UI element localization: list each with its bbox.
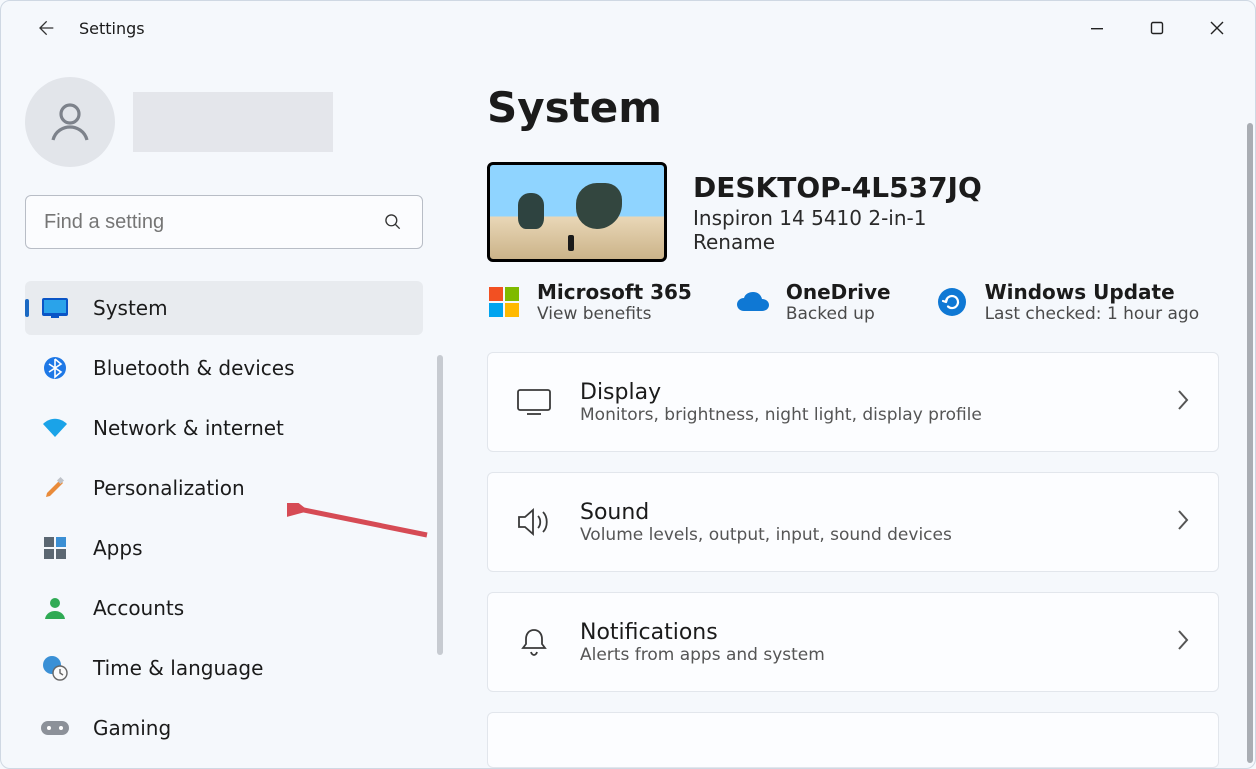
- card-display[interactable]: Display Monitors, brightness, night ligh…: [487, 352, 1219, 452]
- search-input[interactable]: [44, 211, 382, 234]
- sidebar-item-label: Accounts: [93, 596, 184, 620]
- card-title: Display: [580, 380, 982, 405]
- search-box[interactable]: [25, 195, 423, 249]
- paintbrush-icon: [41, 474, 69, 502]
- sidebar-scrollbar[interactable]: [437, 355, 443, 655]
- chevron-right-icon: [1176, 389, 1190, 415]
- gamepad-icon: [41, 714, 69, 742]
- grid-icon: [41, 534, 69, 562]
- sidebar-item-gaming[interactable]: Gaming: [25, 701, 423, 755]
- tile-title: Microsoft 365: [537, 280, 692, 304]
- update-icon: [935, 285, 969, 319]
- onedrive-icon: [736, 285, 770, 319]
- card-partial[interactable]: [487, 712, 1219, 768]
- status-tiles: Microsoft 365 View benefits OneDrive Bac…: [487, 280, 1219, 324]
- close-button[interactable]: [1187, 8, 1247, 48]
- tile-sub: Backed up: [786, 304, 891, 324]
- device-name: DESKTOP-4L537JQ: [693, 171, 982, 204]
- window-title: Settings: [79, 19, 145, 38]
- card-sub: Monitors, brightness, night light, displ…: [580, 405, 982, 425]
- clock-globe-icon: [41, 654, 69, 682]
- card-sound[interactable]: Sound Volume levels, output, input, soun…: [487, 472, 1219, 572]
- minimize-button[interactable]: [1067, 8, 1127, 48]
- sidebar-item-label: Network & internet: [93, 416, 284, 440]
- sidebar-item-network[interactable]: Network & internet: [25, 401, 423, 455]
- titlebar: Settings: [1, 1, 1255, 55]
- avatar: [25, 77, 115, 167]
- sidebar-item-label: Time & language: [93, 656, 263, 680]
- tile-sub: Last checked: 1 hour ago: [985, 304, 1200, 324]
- device-header: DESKTOP-4L537JQ Inspiron 14 5410 2-in-1 …: [487, 162, 1219, 262]
- tile-windows-update[interactable]: Windows Update Last checked: 1 hour ago: [935, 280, 1200, 324]
- tile-microsoft365[interactable]: Microsoft 365 View benefits: [487, 280, 692, 324]
- card-title: Sound: [580, 500, 952, 525]
- sidebar-item-label: Apps: [93, 536, 143, 560]
- page-title: System: [487, 83, 1219, 132]
- card-notifications[interactable]: Notifications Alerts from apps and syste…: [487, 592, 1219, 692]
- sidebar: System Bluetooth & devices Network & int…: [1, 55, 453, 768]
- bluetooth-icon: [41, 354, 69, 382]
- profile-name-redacted: [133, 92, 333, 152]
- sidebar-item-bluetooth[interactable]: Bluetooth & devices: [25, 341, 423, 395]
- search-icon: [382, 211, 404, 233]
- tile-onedrive[interactable]: OneDrive Backed up: [736, 280, 891, 324]
- bell-icon: [516, 624, 552, 660]
- sidebar-item-personalization[interactable]: Personalization: [25, 461, 423, 515]
- person-icon: [41, 594, 69, 622]
- profile-block[interactable]: [25, 77, 441, 167]
- main-content: System DESKTOP-4L537JQ Inspiron 14 5410 …: [453, 55, 1255, 768]
- chevron-right-icon: [1176, 629, 1190, 655]
- tile-sub: View benefits: [537, 304, 692, 324]
- card-sub: Alerts from apps and system: [580, 645, 825, 665]
- wifi-icon: [41, 414, 69, 442]
- tile-title: OneDrive: [786, 280, 891, 304]
- device-model: Inspiron 14 5410 2-in-1: [693, 206, 982, 230]
- tile-title: Windows Update: [985, 280, 1200, 304]
- desktop-thumbnail[interactable]: [487, 162, 667, 262]
- monitor-icon: [41, 294, 69, 322]
- rename-link[interactable]: Rename: [693, 230, 982, 254]
- sidebar-item-system[interactable]: System: [25, 281, 423, 335]
- microsoft-logo-icon: [487, 285, 521, 319]
- sidebar-item-accounts[interactable]: Accounts: [25, 581, 423, 635]
- window-controls: [1067, 8, 1247, 48]
- back-button[interactable]: [25, 8, 65, 48]
- main-scrollbar[interactable]: [1247, 123, 1253, 763]
- sidebar-item-label: Bluetooth & devices: [93, 356, 295, 380]
- chevron-right-icon: [1176, 509, 1190, 535]
- sidebar-item-time-language[interactable]: Time & language: [25, 641, 423, 695]
- maximize-button[interactable]: [1127, 8, 1187, 48]
- settings-cards: Display Monitors, brightness, night ligh…: [487, 352, 1219, 768]
- sidebar-item-label: System: [93, 296, 168, 320]
- card-title: Notifications: [580, 620, 825, 645]
- sidebar-item-label: Personalization: [93, 476, 245, 500]
- display-icon: [516, 384, 552, 420]
- sidebar-item-apps[interactable]: Apps: [25, 521, 423, 575]
- nav-list: System Bluetooth & devices Network & int…: [25, 281, 441, 755]
- card-sub: Volume levels, output, input, sound devi…: [580, 525, 952, 545]
- sidebar-item-label: Gaming: [93, 716, 171, 740]
- speaker-icon: [516, 504, 552, 540]
